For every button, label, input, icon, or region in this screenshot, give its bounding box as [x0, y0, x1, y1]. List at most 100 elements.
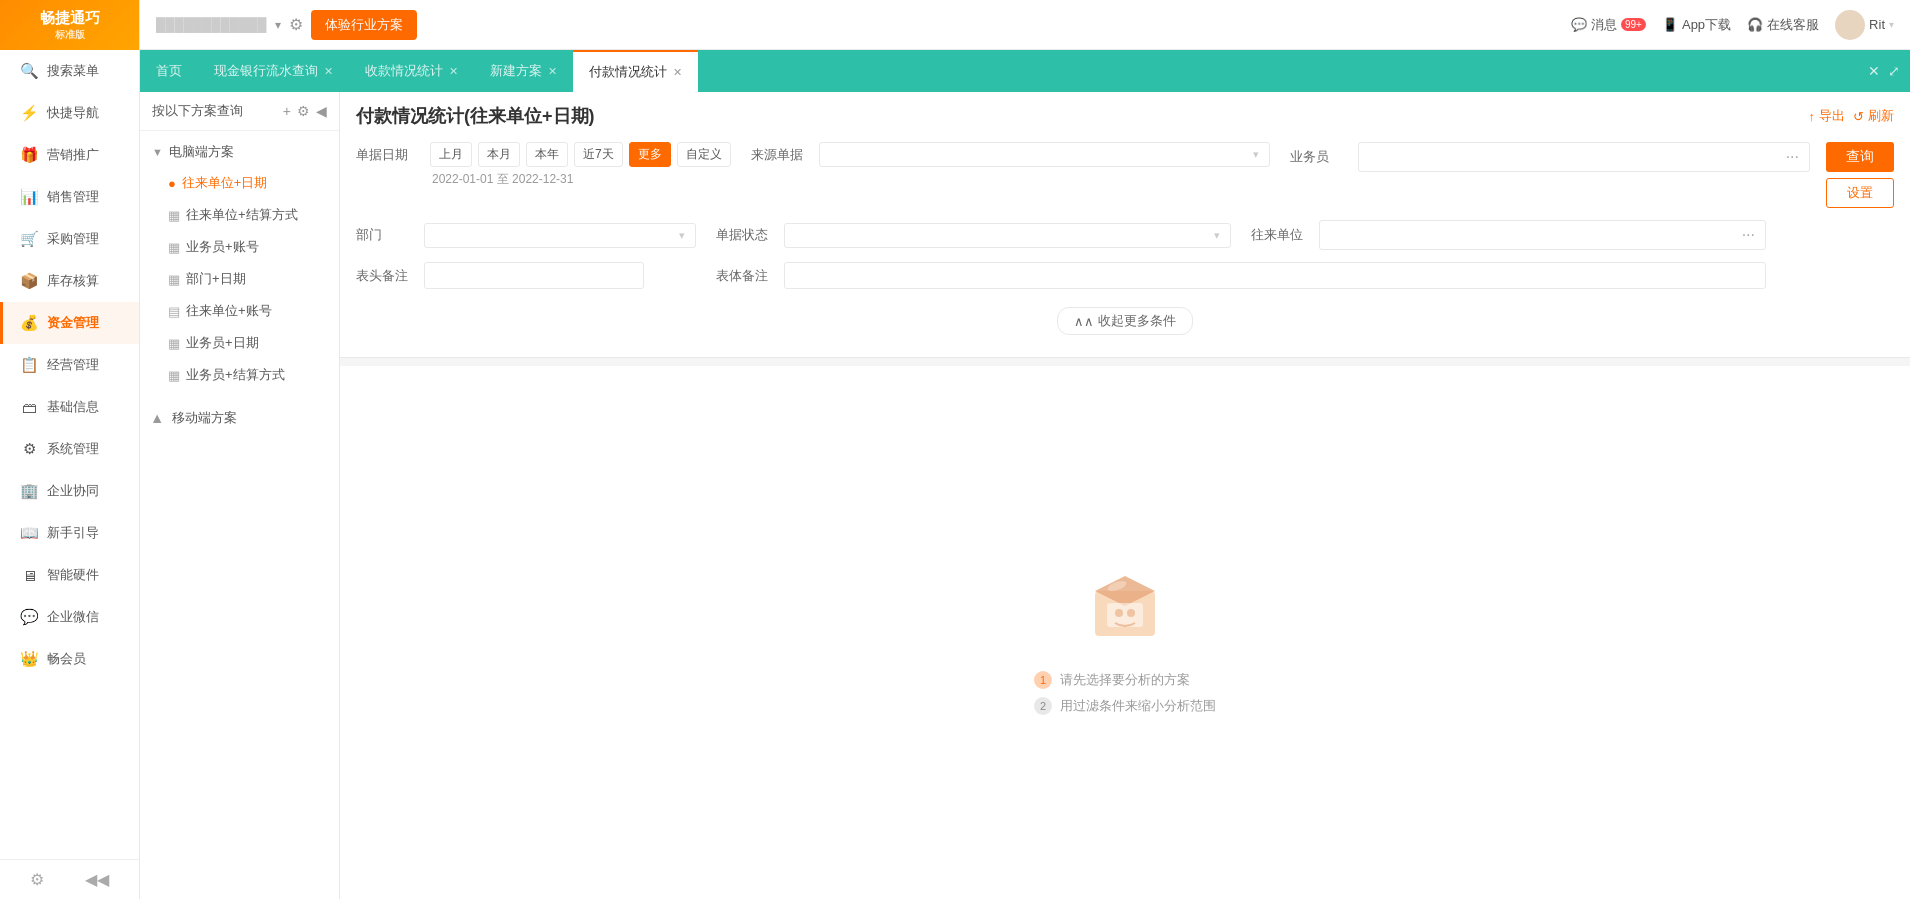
salesman-select[interactable]: ··· — [1358, 142, 1810, 172]
sidebar-ops-label: 经营管理 — [47, 356, 99, 374]
member-icon: 👑 — [19, 650, 39, 668]
scheme-item-salesman-acct[interactable]: ▦ 业务员+账号 — [140, 231, 339, 263]
guide-icon: 📖 — [19, 524, 39, 542]
sidebar: 畅捷通巧 标准版 🔍 搜索菜单 ⚡ 快捷导航 🎁 营销推广 📊 销售管理 🛒 采… — [0, 0, 140, 899]
tab-payment[interactable]: 付款情况统计 ✕ — [573, 50, 698, 92]
tab-receipt-close-icon[interactable]: ✕ — [449, 65, 458, 78]
sidebar-hardware-label: 智能硬件 — [47, 566, 99, 584]
enterprise-icon: 🏢 — [19, 482, 39, 500]
scheme-item-wl-acct[interactable]: ▤ 往来单位+账号 — [140, 295, 339, 327]
tab-receipt[interactable]: 收款情况统计 ✕ — [349, 50, 474, 92]
sidebar-item-inventory[interactable]: 📦 库存核算 — [0, 260, 139, 302]
sidebar-item-funds[interactable]: 💰 资金管理 — [0, 302, 139, 344]
tab-bank[interactable]: 现金银行流水查询 ✕ — [198, 50, 349, 92]
tab-payment-close-icon[interactable]: ✕ — [673, 66, 682, 79]
date-btn-more[interactable]: 更多 — [629, 142, 671, 167]
tab-bank-label: 现金银行流水查询 — [214, 62, 318, 80]
topbar-user[interactable]: Rit ▾ — [1835, 10, 1894, 40]
sidebar-item-weixin[interactable]: 💬 企业微信 — [0, 596, 139, 638]
sidebar-item-purchase[interactable]: 🛒 采购管理 — [0, 218, 139, 260]
sidebar-item-sales[interactable]: 📊 销售管理 — [0, 176, 139, 218]
date-btn-thismonth[interactable]: 本月 — [478, 142, 520, 167]
app-logo: 畅捷通巧 标准版 — [0, 0, 139, 50]
scheme-group-mobile-title[interactable]: ▶ 移动端方案 — [140, 403, 339, 433]
status-select[interactable]: ▾ — [784, 223, 1231, 248]
scheme-item-salesman-settle-label: 业务员+结算方式 — [186, 366, 285, 384]
scheme-group-desktop-title[interactable]: ▼ 电脑端方案 — [140, 137, 339, 167]
avatar — [1835, 10, 1865, 40]
collapse-label: 收起更多条件 — [1098, 312, 1176, 330]
scheme-item-salesman-acct-icon: ▦ — [168, 240, 180, 255]
sidebar-item-base[interactable]: 🗃 基础信息 — [0, 386, 139, 428]
topbar-gear-icon[interactable]: ⚙ — [289, 15, 303, 34]
tab-bank-close-icon[interactable]: ✕ — [324, 65, 333, 78]
tabs-expand-icon[interactable]: ⤢ — [1888, 63, 1900, 79]
scheme-item-wl-acct-label: 往来单位+账号 — [186, 302, 272, 320]
sidebar-item-system[interactable]: ⚙ 系统管理 — [0, 428, 139, 470]
topbar-appdownload[interactable]: 📱 App下载 — [1662, 16, 1731, 34]
sidebar-footer-collapse-icon[interactable]: ◀◀ — [85, 870, 109, 889]
refresh-button[interactable]: ↺ 刷新 — [1853, 107, 1894, 125]
scheme-item-wl-settle[interactable]: ▦ 往来单位+结算方式 — [140, 199, 339, 231]
collapse-button[interactable]: ∧∧ 收起更多条件 — [1057, 307, 1193, 335]
status-chevron-icon: ▾ — [1214, 229, 1220, 242]
ops-icon: 📋 — [19, 356, 39, 374]
counterparty-select[interactable]: ··· — [1319, 220, 1766, 250]
source-select[interactable]: ▾ — [819, 142, 1271, 167]
sidebar-footer-settings-icon[interactable]: ⚙ — [30, 870, 44, 889]
date-btn-7days[interactable]: 近7天 — [574, 142, 623, 167]
topbar-messages-label: 消息 — [1591, 16, 1617, 34]
export-button[interactable]: ↑ 导出 — [1809, 107, 1846, 125]
scheme-group-desktop-label: 电脑端方案 — [169, 143, 234, 161]
scheme-collapse-icon[interactable]: ◀ — [316, 103, 327, 119]
date-btn-custom[interactable]: 自定义 — [677, 142, 731, 167]
sidebar-item-member[interactable]: 👑 畅会员 — [0, 638, 139, 680]
sidebar-item-search[interactable]: 🔍 搜索菜单 — [0, 50, 139, 92]
sidebar-item-guide[interactable]: 📖 新手引导 — [0, 512, 139, 554]
scheme-group-mobile-label: 移动端方案 — [172, 409, 237, 427]
header-note-input[interactable] — [424, 262, 644, 289]
page-title-row: 付款情况统计(往来单位+日期) ↑ 导出 ↺ 刷新 — [356, 104, 1894, 128]
sidebar-item-marketing[interactable]: 🎁 营销推广 — [0, 134, 139, 176]
tabs-close-all-icon[interactable]: ✕ — [1868, 63, 1880, 79]
scheme-add-icon[interactable]: + — [283, 103, 291, 119]
dept-select[interactable]: ▾ — [424, 223, 696, 248]
scheme-group-mobile: ▶ 移动端方案 — [140, 397, 339, 439]
date-btn-thisyear[interactable]: 本年 — [526, 142, 568, 167]
page-title: 付款情况统计(往来单位+日期) — [356, 104, 595, 128]
topbar-left: ████████████ ▾ ⚙ 体验行业方案 — [156, 10, 417, 40]
sidebar-guide-label: 新手引导 — [47, 524, 99, 542]
sidebar-item-enterprise[interactable]: 🏢 企业协同 — [0, 470, 139, 512]
tip-text-1: 请先选择要分析的方案 — [1060, 671, 1190, 689]
sidebar-item-hardware[interactable]: 🖥 智能硬件 — [0, 554, 139, 596]
messages-badge: 99+ — [1621, 18, 1646, 31]
topbar-scheme-arrow-icon[interactable]: ▾ — [275, 18, 281, 32]
topbar-messages[interactable]: 💬 消息 99+ — [1571, 16, 1646, 34]
tabs-actions: ✕ ⤢ — [1858, 63, 1910, 79]
scheme-settings-icon[interactable]: ⚙ — [297, 103, 310, 119]
base-icon: 🗃 — [19, 399, 39, 416]
tab-home[interactable]: 首页 — [140, 50, 198, 92]
tab-new-close-icon[interactable]: ✕ — [548, 65, 557, 78]
counterparty-dots-icon[interactable]: ··· — [1742, 226, 1755, 244]
sidebar-item-ops[interactable]: 📋 经营管理 — [0, 344, 139, 386]
refresh-label: 刷新 — [1868, 107, 1894, 125]
scheme-item-dept-date[interactable]: ▦ 部门+日期 — [140, 263, 339, 295]
tab-new[interactable]: 新建方案 ✕ — [474, 50, 573, 92]
date-btn-lastmonth[interactable]: 上月 — [430, 142, 472, 167]
sidebar-item-quicknav[interactable]: ⚡ 快捷导航 — [0, 92, 139, 134]
sidebar-nav: 🔍 搜索菜单 ⚡ 快捷导航 🎁 营销推广 📊 销售管理 🛒 采购管理 📦 库存核… — [0, 50, 139, 859]
refresh-icon: ↺ — [1853, 109, 1864, 124]
body-note-input[interactable] — [784, 262, 1766, 289]
scheme-item-salesman-settle[interactable]: ▦ 业务员+结算方式 — [140, 359, 339, 391]
scheme-item-wl-date[interactable]: ● 往来单位+日期 — [140, 167, 339, 199]
query-button[interactable]: 查询 — [1826, 142, 1894, 172]
salesman-dots-icon[interactable]: ··· — [1786, 148, 1799, 166]
trial-button[interactable]: 体验行业方案 — [311, 10, 417, 40]
scheme-item-salesman-date[interactable]: ▦ 业务员+日期 — [140, 327, 339, 359]
settings-button[interactable]: 设置 — [1826, 178, 1894, 208]
empty-svg — [1065, 551, 1185, 651]
hardware-icon: 🖥 — [19, 567, 39, 584]
scheme-panel: 按以下方案查询 + ⚙ ◀ ▼ 电脑端方案 ● 往来单位+日期 ▦ — [140, 92, 340, 899]
topbar-support[interactable]: 🎧 在线客服 — [1747, 16, 1819, 34]
